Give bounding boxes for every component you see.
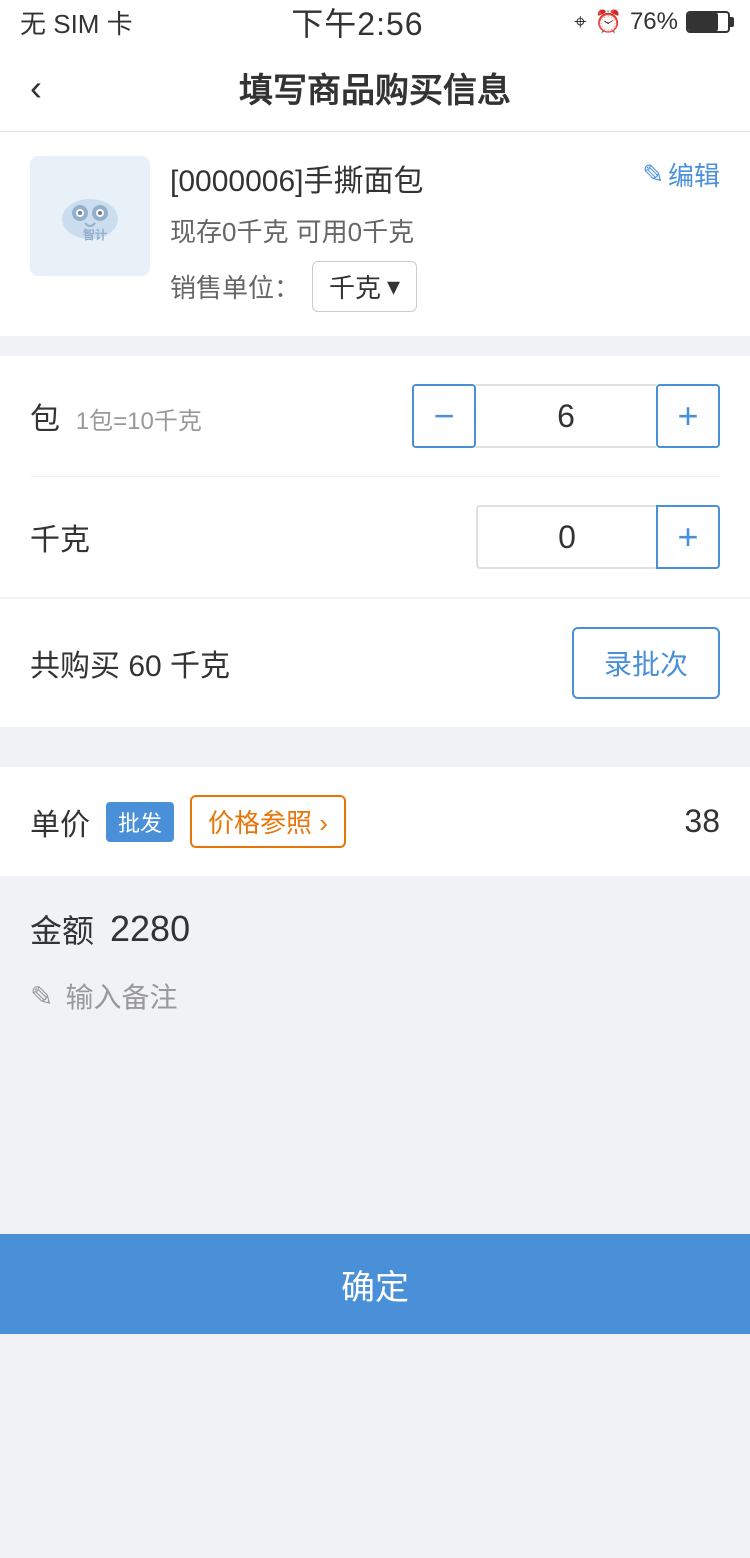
nav-bar: ‹ 填写商品购买信息 <box>0 44 750 132</box>
bao-label-group: 包 1包=10千克 <box>30 394 202 438</box>
edit-remark-icon: ✎ <box>30 980 53 1013</box>
quantity-section: 包 1包=10千克 − + 千克 + <box>0 356 750 597</box>
status-right: ⌖ ⏰ 76% <box>574 8 730 36</box>
price-ref-button[interactable]: 价格参照 › <box>190 795 346 848</box>
amount-label: 金额 <box>30 906 94 952</box>
amount-value: 2280 <box>110 908 190 950</box>
bao-minus-button[interactable]: − <box>412 384 476 448</box>
status-time: 下午2:56 <box>291 0 423 45</box>
price-row: 单价 批发 价格参照 › 38 <box>30 795 720 848</box>
summary-section: 共购买 60 千克 录批次 <box>0 599 750 727</box>
edit-label: 编辑 <box>668 156 720 193</box>
summary-text: 共购买 60 千克 <box>30 641 230 685</box>
kg-row: 千克 + <box>30 477 720 597</box>
unit-chevron-icon: ▾ <box>387 271 400 302</box>
unit-selector[interactable]: 千克 ▾ <box>312 261 417 312</box>
remark-row[interactable]: ✎ 输入备注 <box>30 976 720 1016</box>
unit-label: 销售单位： <box>170 268 300 305</box>
battery-percent: 76% <box>630 8 678 36</box>
price-label: 单价 <box>30 800 90 844</box>
kg-plus-button[interactable]: + <box>656 505 720 569</box>
edit-link[interactable]: ✎ 编辑 <box>642 156 720 193</box>
price-section: 单价 批发 价格参照 › 38 <box>0 767 750 876</box>
carrier-text: 无 SIM 卡 <box>20 4 133 41</box>
price-value: 38 <box>684 803 720 840</box>
alarm-icon: ⏰ <box>595 9 622 35</box>
separator <box>0 747 750 767</box>
unit-row: 销售单位： 千克 ▾ <box>170 261 720 312</box>
batch-button[interactable]: 录批次 <box>572 627 720 699</box>
unit-value: 千克 <box>329 268 381 305</box>
confirm-button[interactable]: 确定 <box>0 1234 750 1334</box>
product-name-row: [0000006]手撕面包 ✎ 编辑 <box>170 156 720 200</box>
bao-quantity-control: − + <box>412 384 720 448</box>
amount-section: 金额 2280 ✎ 输入备注 <box>0 878 750 1078</box>
status-bar: 无 SIM 卡 下午2:56 ⌖ ⏰ 76% <box>0 0 750 44</box>
kg-quantity-control: + <box>476 505 720 569</box>
svg-text:智计: 智计 <box>82 227 107 241</box>
confirm-label: 确定 <box>341 1260 409 1309</box>
bao-label: 包 <box>30 403 60 436</box>
product-logo-icon: 智计 <box>55 191 125 241</box>
product-section: 智计 [0000006]手撕面包 ✎ 编辑 现存0千克 可用0千克 销售单位： … <box>0 132 750 336</box>
product-thumbnail: 智计 <box>30 156 150 276</box>
amount-row: 金额 2280 <box>30 906 720 952</box>
location-icon: ⌖ <box>574 9 586 35</box>
bao-plus-button[interactable]: + <box>656 384 720 448</box>
price-tag: 批发 <box>106 802 174 842</box>
product-name: [0000006]手撕面包 <box>170 156 423 200</box>
kg-label: 千克 <box>30 515 110 559</box>
kg-input[interactable] <box>476 505 656 569</box>
bao-row: 包 1包=10千克 − + <box>30 356 720 477</box>
status-left: 无 SIM 卡 <box>20 4 141 41</box>
remark-placeholder: 输入备注 <box>65 976 177 1016</box>
edit-icon: ✎ <box>642 159 664 190</box>
bao-input[interactable] <box>476 384 656 448</box>
bao-sublabel: 1包=10千克 <box>76 408 202 435</box>
product-stock: 现存0千克 可用0千克 <box>170 212 720 249</box>
back-button[interactable]: ‹ <box>30 67 42 109</box>
product-info: [0000006]手撕面包 ✎ 编辑 现存0千克 可用0千克 销售单位： 千克 … <box>170 156 720 312</box>
battery-icon <box>686 11 730 33</box>
page-title: 填写商品购买信息 <box>239 63 511 112</box>
